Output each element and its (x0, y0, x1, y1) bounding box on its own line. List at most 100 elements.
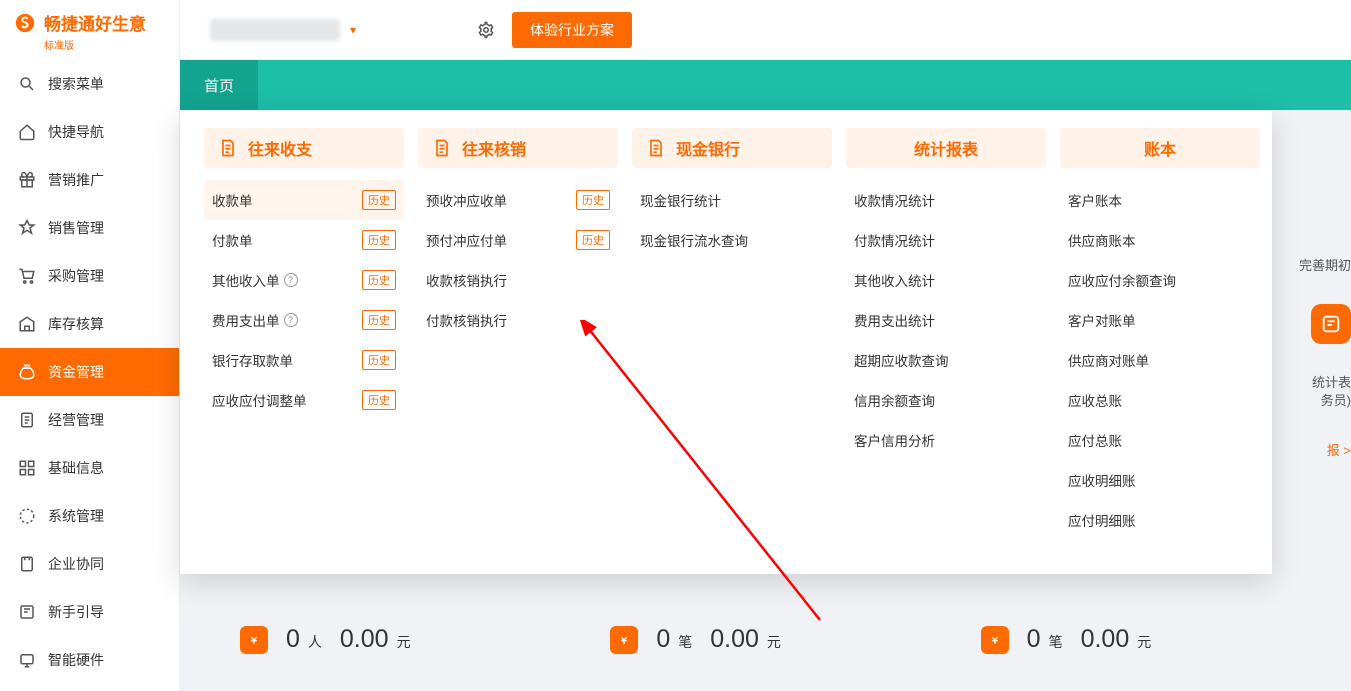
peek-badge-icon[interactable] (1311, 304, 1351, 344)
mega-column-header: 往来核销 (418, 128, 618, 168)
history-badge[interactable]: 历史 (576, 190, 610, 210)
sidebar-item-label: 销售管理 (48, 218, 104, 238)
sidebar-item-sales[interactable]: 销售管理 (0, 204, 179, 252)
mega-item[interactable]: 费用支出统计 (846, 300, 1046, 340)
mega-column-header: 往来收支 (204, 128, 404, 168)
mega-column: 统计报表收款情况统计付款情况统计其他收入统计费用支出统计超期应收款查询信用余额查… (846, 128, 1046, 540)
stat-amount: 0.00 (1081, 625, 1130, 654)
sidebar-item-label: 采购管理 (48, 266, 104, 286)
history-badge[interactable]: 历史 (362, 270, 396, 290)
sidebar-item-procurement[interactable]: 采购管理 (0, 252, 179, 300)
peek-more-link[interactable]: 报 > (1327, 440, 1351, 459)
sidebar-item-search[interactable]: 搜索菜单 (0, 60, 179, 108)
mega-item[interactable]: 收款单历史 (204, 180, 404, 220)
history-badge[interactable]: 历史 (362, 390, 396, 410)
cta-button[interactable]: 体验行业方案 (512, 12, 632, 48)
sidebar-item-system[interactable]: 系统管理 (0, 492, 179, 540)
mega-item-label: 应付总账 (1068, 430, 1122, 450)
mega-column: 往来收支收款单历史付款单历史其他收入单?历史费用支出单?历史银行存取款单历史应收… (204, 128, 404, 540)
mega-item-label: 费用支出统计 (854, 310, 935, 330)
mega-item[interactable]: 收款情况统计 (846, 180, 1046, 220)
help-icon[interactable]: ? (284, 313, 298, 327)
stat-count: 0 (286, 625, 300, 654)
mega-item[interactable]: 银行存取款单历史 (204, 340, 404, 380)
mega-item[interactable]: 付款情况统计 (846, 220, 1046, 260)
sidebar-item-basicinfo[interactable]: 基础信息 (0, 444, 179, 492)
mega-item[interactable]: 应付总账 (1060, 420, 1260, 460)
sidebar-item-marketing[interactable]: 营销推广 (0, 156, 179, 204)
mega-item[interactable]: 其他收入单?历史 (204, 260, 404, 300)
mega-item-label: 现金银行统计 (640, 190, 721, 210)
mega-item[interactable]: 现金银行流水查询 (632, 220, 832, 260)
sidebar-item-label: 营销推广 (48, 170, 104, 190)
history-badge[interactable]: 历史 (362, 350, 396, 370)
mega-item[interactable]: 收款核销执行 (418, 260, 618, 300)
history-badge[interactable]: 历史 (362, 310, 396, 330)
cart-icon (18, 267, 36, 285)
mega-item[interactable]: 供应商对账单 (1060, 340, 1260, 380)
stat-count-unit: 笔 (1049, 632, 1063, 652)
sidebar-item-hardware[interactable]: 智能硬件 (0, 636, 179, 684)
mega-item[interactable]: 供应商账本 (1060, 220, 1260, 260)
mega-column-title: 往来核销 (462, 136, 526, 160)
sidebar-item-business[interactable]: 经营管理 (0, 396, 179, 444)
mega-item[interactable]: 应收明细账 (1060, 460, 1260, 500)
mega-item-label: 客户信用分析 (854, 430, 935, 450)
stat-count: 0 (1027, 625, 1041, 654)
mega-item-label: 应收应付调整单 (212, 390, 307, 410)
logo-icon (14, 12, 36, 34)
sidebar-item-guide[interactable]: 新手引导 (0, 588, 179, 636)
sidebar-item-label: 快捷导航 (48, 122, 104, 142)
history-badge[interactable]: 历史 (362, 190, 396, 210)
mega-item[interactable]: 客户对账单 (1060, 300, 1260, 340)
mega-item[interactable]: 应收应付调整单 历史 (204, 380, 404, 420)
peek-text: 统计表 (1312, 374, 1351, 392)
mega-item[interactable]: 费用支出单? 历史 (204, 300, 404, 340)
mega-item[interactable]: 付款单历史 (204, 220, 404, 260)
guide-icon (18, 603, 36, 621)
mega-item-label: 客户账本 (1068, 190, 1122, 210)
sidebar-item-label: 库存核算 (48, 314, 104, 334)
collab-icon (18, 555, 36, 573)
mega-item-label: 付款情况统计 (854, 230, 935, 250)
tab-home[interactable]: 首页 (180, 60, 258, 110)
mega-item[interactable]: 客户账本 (1060, 180, 1260, 220)
logo-subtitle: 标准版 (0, 37, 179, 60)
mega-item-label: 费用支出单? (212, 310, 298, 330)
mega-item[interactable]: 预付冲应付单历史 (418, 220, 618, 260)
stat-count-unit: 笔 (678, 632, 692, 652)
history-badge[interactable]: 历史 (362, 230, 396, 250)
settings-icon (18, 507, 36, 525)
peek-text: 完善期初 (1299, 255, 1351, 274)
peek-text: 务员) (1312, 392, 1351, 410)
logo: 畅捷通好生意 (0, 0, 179, 37)
stat-amount-unit: 元 (1137, 632, 1151, 652)
mega-item[interactable]: 现金银行统计 (632, 180, 832, 220)
stat-count: 0 (656, 625, 670, 654)
mega-item[interactable]: 信用余额查询 (846, 380, 1046, 420)
mega-item[interactable]: 超期应收款查询 (846, 340, 1046, 380)
sidebar-item-quicknav[interactable]: 快捷导航 (0, 108, 179, 156)
sidebar-item-label: 新手引导 (48, 602, 104, 622)
mega-item[interactable]: 应收总账 (1060, 380, 1260, 420)
mega-item[interactable]: 其他收入统计 (846, 260, 1046, 300)
help-icon[interactable]: ? (284, 273, 298, 287)
mega-item[interactable]: 应付明细账 (1060, 500, 1260, 540)
sidebar-item-inventory[interactable]: 库存核算 (0, 300, 179, 348)
mega-item[interactable]: 客户信用分析 (846, 420, 1046, 460)
sidebar-item-finance[interactable]: 资金管理 (0, 348, 179, 396)
mega-item[interactable]: 应收应付余额查询 (1060, 260, 1260, 300)
mega-item-label: 预收冲应收单 (426, 190, 507, 210)
right-panel-peek: 完善期初 统计表 务员) 报 > (1289, 245, 1351, 469)
org-selector[interactable]: ▾ (200, 15, 460, 45)
mega-column-title: 统计报表 (914, 136, 978, 160)
sidebar-item-collab[interactable]: 企业协同 (0, 540, 179, 588)
history-badge[interactable]: 历史 (576, 230, 610, 250)
mega-item[interactable]: 预收冲应收单 历史 (418, 180, 618, 220)
mega-column-title: 往来收支 (248, 136, 312, 160)
sales-icon (18, 219, 36, 237)
chevron-down-icon: ▾ (350, 23, 356, 37)
mega-item[interactable]: 付款核销执行 (418, 300, 618, 340)
home-icon (18, 123, 36, 141)
gear-icon[interactable] (476, 20, 496, 40)
